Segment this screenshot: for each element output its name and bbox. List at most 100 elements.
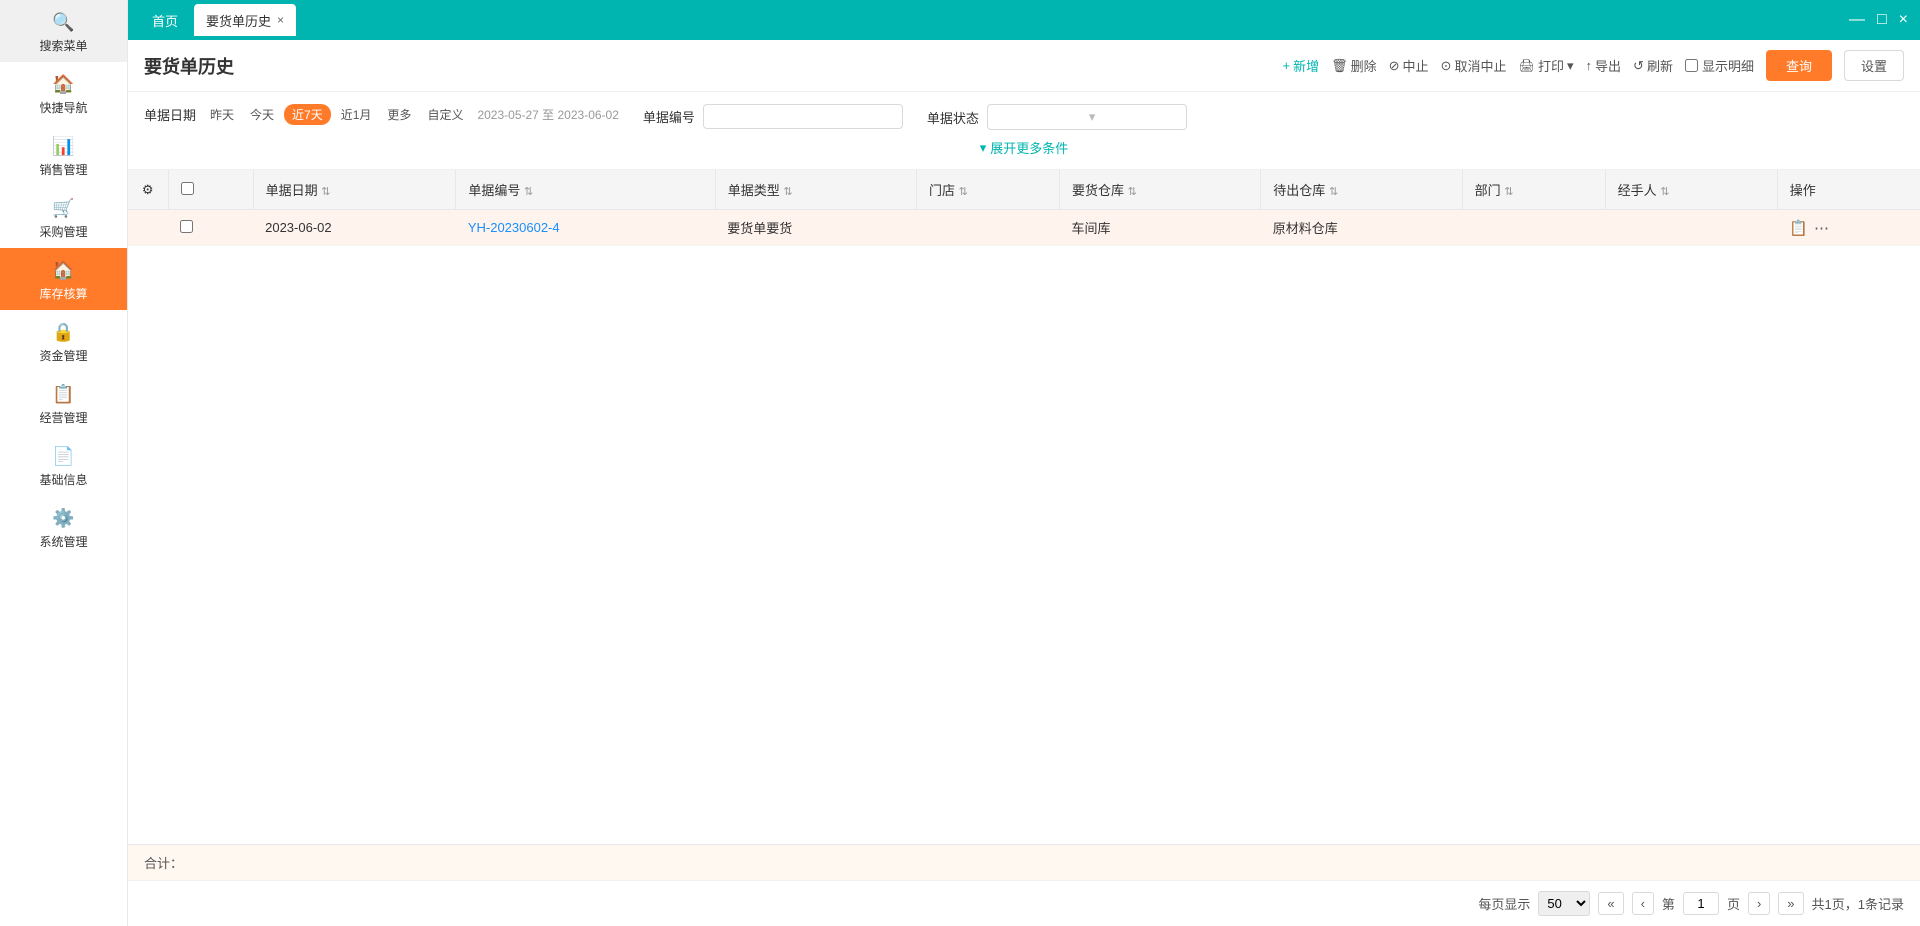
sidebar-item-base-info[interactable]: 📄 基础信息 [0, 434, 127, 496]
inventory-icon: 🏠 [52, 260, 74, 281]
th-department-label: 部门 [1475, 183, 1501, 198]
prev-page-btn[interactable]: ‹ [1632, 892, 1654, 915]
row-edit-icon[interactable]: 📋 [1789, 219, 1808, 237]
td-bill-type: 要货单要货 [715, 210, 916, 246]
clipboard-icon: 📋 [52, 384, 74, 405]
query-button[interactable]: 查询 [1766, 50, 1832, 81]
td-department [1462, 210, 1605, 246]
th-bill-type-label: 单据类型 [728, 183, 780, 198]
sidebar-item-inventory[interactable]: 🏠 库存核算 [0, 248, 127, 310]
table-header-row: ⚙ 单据日期 ⇅ 单据编号 ⇅ 单据类型 [128, 170, 1920, 210]
status-filter-group: 单据状态 ▾ [927, 104, 1187, 130]
expand-label: 展开更多条件 [990, 138, 1068, 157]
print-icon: 🖨 [1518, 58, 1535, 74]
refresh-icon: ↺ [1633, 58, 1644, 74]
sidebar-item-operations[interactable]: 📋 经营管理 [0, 372, 127, 434]
sidebar-item-finance[interactable]: 🔒 资金管理 [0, 310, 127, 372]
first-page-btn[interactable]: « [1598, 892, 1623, 915]
date-option-more[interactable]: 更多 [381, 104, 417, 125]
td-checkbox [168, 210, 253, 246]
tab-active-label: 要货单历史 [206, 11, 271, 30]
page-size-select[interactable]: 50 10 20 100 [1538, 891, 1590, 916]
delete-icon: 🗑 [1331, 58, 1348, 74]
date-options: 昨天 今天 近7天 近1月 更多 自定义 [204, 104, 469, 125]
date-option-7days[interactable]: 近7天 [284, 104, 331, 125]
cart-icon: 🛒 [52, 198, 74, 219]
sidebar-item-system[interactable]: ⚙️ 系统管理 [0, 496, 127, 558]
close-window-icon[interactable]: × [1899, 11, 1908, 29]
print-dropdown-icon: ▾ [1567, 58, 1574, 74]
chart-icon: 📊 [52, 136, 74, 157]
show-detail-input[interactable] [1685, 59, 1698, 72]
sidebar-item-label: 采购管理 [39, 223, 87, 240]
status-dropdown-icon: ▾ [1089, 109, 1178, 125]
sort-icon: ⇅ [1329, 186, 1338, 198]
main-content: 首页 要货单历史 × — □ × 要货单历史 + 新增 🗑 删除 [128, 0, 1920, 926]
sort-icon: ⇅ [1660, 186, 1669, 198]
date-option-custom[interactable]: 自定义 [421, 104, 469, 125]
show-detail-checkbox[interactable]: 显示明细 [1685, 56, 1754, 75]
last-page-btn[interactable]: » [1778, 892, 1803, 915]
select-all-checkbox[interactable] [181, 182, 194, 195]
sidebar-item-label: 搜索菜单 [39, 37, 87, 54]
tab-home-label: 首页 [152, 11, 178, 30]
summary-label: 合计： [144, 853, 183, 872]
table-wrap: ⚙ 单据日期 ⇅ 单据编号 ⇅ 单据类型 [128, 170, 1920, 844]
page-label-suffix: 页 [1727, 894, 1740, 913]
maximize-icon[interactable]: □ [1877, 11, 1887, 29]
sidebar-item-search[interactable]: 🔍 搜索菜单 [0, 0, 127, 62]
sort-icon: ⇅ [524, 186, 533, 198]
th-bill-type[interactable]: 单据类型 ⇅ [715, 170, 916, 210]
sidebar-item-sales[interactable]: 📊 销售管理 [0, 124, 127, 186]
th-settings[interactable]: ⚙ [128, 170, 168, 210]
minimize-icon[interactable]: — [1849, 11, 1865, 29]
search-icon: 🔍 [52, 12, 74, 33]
export-button[interactable]: ↑ 导出 [1586, 56, 1622, 75]
td-settings [128, 210, 168, 246]
tab-close-icon[interactable]: × [277, 13, 284, 27]
status-select[interactable]: ▾ [987, 104, 1187, 130]
row-checkbox[interactable] [180, 220, 193, 233]
th-bill-no[interactable]: 单据编号 ⇅ [456, 170, 715, 210]
th-action: 操作 [1777, 170, 1920, 210]
th-handler[interactable]: 经手人 ⇅ [1605, 170, 1777, 210]
tab-active[interactable]: 要货单历史 × [194, 4, 296, 36]
print-button[interactable]: 🖨 打印 ▾ [1518, 56, 1573, 75]
sort-icon: ⇅ [1504, 186, 1513, 198]
bill-no-filter-group: 单据编号 [643, 104, 903, 129]
table-row[interactable]: 2023-06-02 YH-20230602-4 要货单要货 车间库 原材料仓库… [128, 210, 1920, 246]
sidebar-item-label: 库存核算 [39, 285, 87, 302]
add-button[interactable]: + 新增 [1282, 56, 1319, 75]
sidebar-item-quick-nav[interactable]: 🏠 快捷导航 [0, 62, 127, 124]
row-more-icon[interactable]: ⋯ [1814, 219, 1829, 237]
show-detail-label: 显示明细 [1702, 56, 1754, 75]
cancel-stop-button[interactable]: ⊙ 取消中止 [1441, 56, 1507, 75]
date-option-yesterday[interactable]: 昨天 [204, 104, 240, 125]
th-department[interactable]: 部门 ⇅ [1462, 170, 1605, 210]
stop-button[interactable]: ⊘ 中止 [1389, 56, 1429, 75]
page-number-input[interactable] [1683, 892, 1719, 915]
th-checkbox [168, 170, 253, 210]
refresh-button[interactable]: ↺ 刷新 [1633, 56, 1673, 75]
date-option-1month[interactable]: 近1月 [335, 104, 378, 125]
setting-button[interactable]: 设置 [1844, 50, 1904, 81]
expand-more-btn[interactable]: ▾ 展开更多条件 [144, 138, 1904, 157]
sidebar: 🔍 搜索菜单 🏠 快捷导航 📊 销售管理 🛒 采购管理 🏠 库存核算 🔒 资金管… [0, 0, 128, 926]
cancel-stop-icon: ⊙ [1441, 58, 1452, 74]
document-icon: 📄 [52, 446, 74, 467]
date-option-today[interactable]: 今天 [244, 104, 280, 125]
th-store[interactable]: 门店 ⇅ [916, 170, 1059, 210]
bill-no-input[interactable] [703, 104, 903, 129]
stop-label: 中止 [1403, 56, 1429, 75]
bill-no-link[interactable]: YH-20230602-4 [468, 220, 560, 235]
th-pending-warehouse[interactable]: 待出仓库 ⇅ [1261, 170, 1462, 210]
th-date[interactable]: 单据日期 ⇅ [253, 170, 456, 210]
delete-button[interactable]: 🗑 删除 [1331, 56, 1377, 75]
page-container: 要货单历史 + 新增 🗑 删除 ⊘ 中止 ⊙ 取消中止 [128, 40, 1920, 926]
th-bill-no-label: 单据编号 [468, 183, 520, 198]
bill-no-label: 单据编号 [643, 107, 695, 126]
th-req-warehouse[interactable]: 要货仓库 ⇅ [1060, 170, 1261, 210]
tab-home[interactable]: 首页 [140, 4, 190, 36]
next-page-btn[interactable]: › [1748, 892, 1770, 915]
sidebar-item-purchase[interactable]: 🛒 采购管理 [0, 186, 127, 248]
